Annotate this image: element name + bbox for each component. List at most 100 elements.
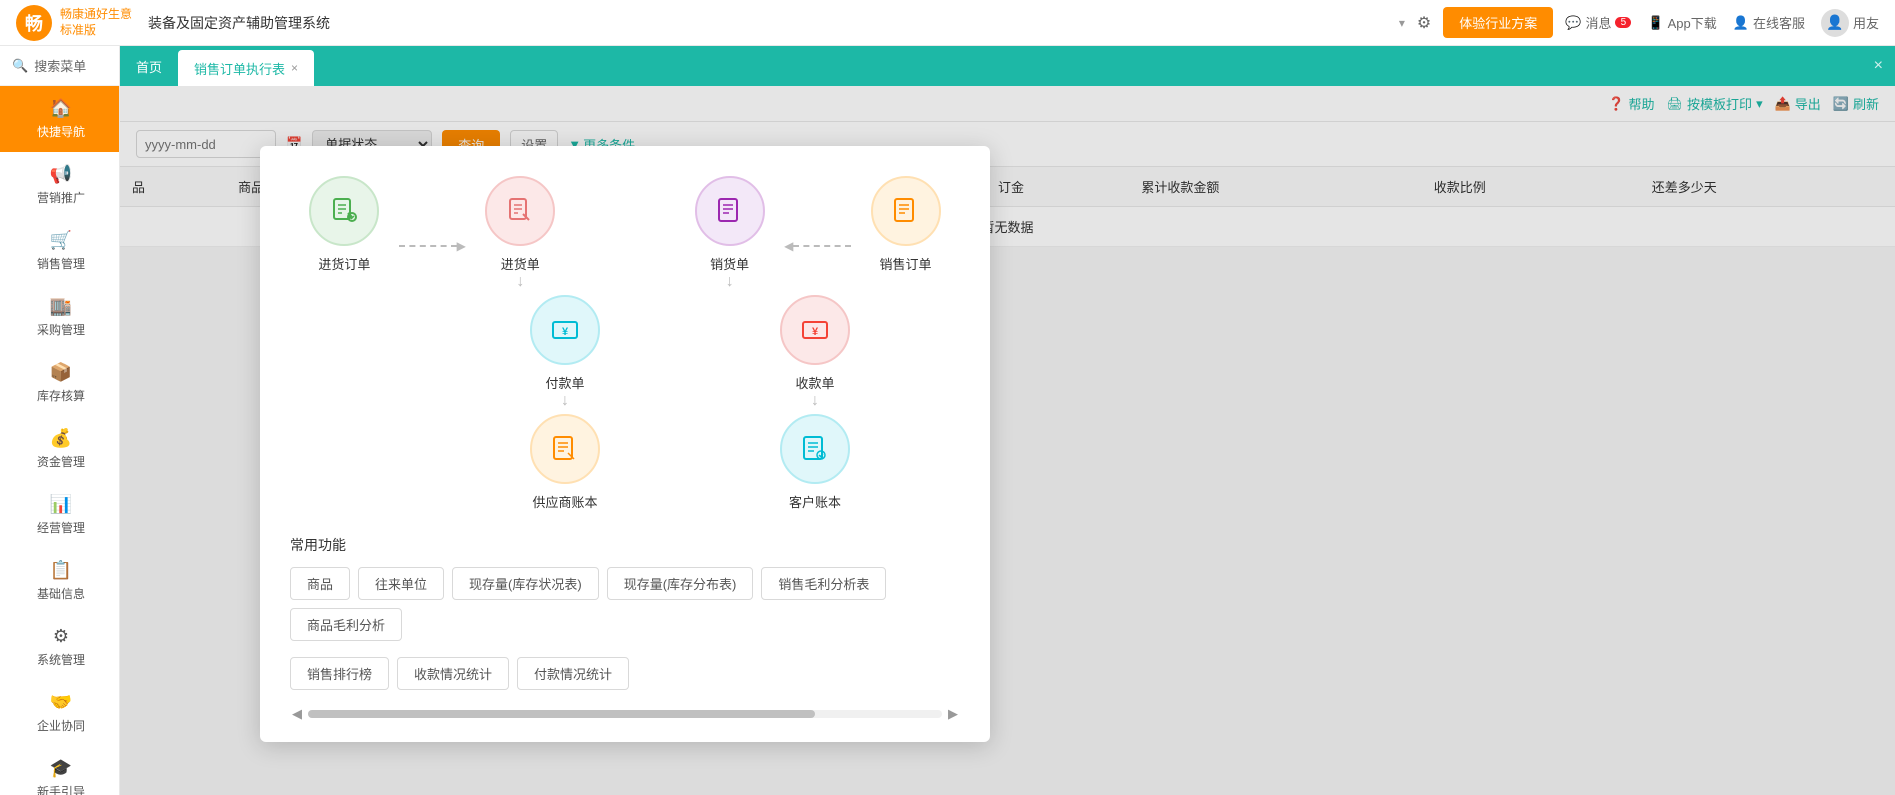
flow-row-3: 供应商账本	[290, 414, 960, 511]
flow-node-supplier-account[interactable]: 供应商账本	[500, 414, 630, 511]
sidebar-item-basic-info[interactable]: 📋 基础信息	[0, 548, 119, 614]
message-badge: 5	[1615, 17, 1631, 28]
flow-arrow-h-2: ◀	[784, 239, 851, 273]
func-btn-8[interactable]: 付款情况统计	[517, 657, 629, 690]
user-area[interactable]: 👤 用友	[1821, 9, 1879, 37]
receipt-bill-icon: ¥	[780, 295, 850, 365]
down-arrow-payment: ↓	[500, 392, 630, 410]
sidebar-item-system[interactable]: ⚙ 系统管理	[0, 614, 119, 680]
scroll-controls: ◀ ▶	[290, 706, 960, 722]
flow-spacer-1	[575, 253, 676, 273]
sidebar-item-enterprise[interactable]: 🤝 企业协同	[0, 680, 119, 746]
payment-bill-icon: ¥	[530, 295, 600, 365]
marketing-icon: 📢	[50, 164, 72, 185]
app-container: 畅 畅康通好生意 标准版 装备及固定资产辅助管理系统 ▾ ⚙ 体验行业方案 💬 …	[0, 0, 1895, 795]
enterprise-icon: 🤝	[50, 692, 72, 713]
flow-row-2: ¥ 付款单 ¥	[290, 295, 960, 392]
common-funcs-title: 常用功能	[290, 535, 960, 555]
flow-diagram: 进货订单 ▶	[290, 176, 960, 511]
flow-node-purchase-order[interactable]: 进货订单	[290, 176, 399, 273]
close-all-tabs-icon[interactable]: ×	[1874, 57, 1883, 75]
func-btn-6[interactable]: 销售排行榜	[290, 657, 389, 690]
message-btn[interactable]: 💬 消息 5	[1565, 13, 1631, 32]
sales-bill-icon	[695, 176, 765, 246]
func-btn-1[interactable]: 往来单位	[358, 567, 444, 600]
system-title: 装备及固定资产辅助管理系统	[148, 13, 1387, 33]
logo-icon: 畅	[16, 5, 52, 41]
func-btn-0[interactable]: 商品	[290, 567, 350, 600]
inventory-icon: 📦	[50, 362, 72, 383]
scroll-track[interactable]	[308, 710, 942, 718]
purchase-bill-icon	[485, 176, 555, 246]
settings-icon[interactable]: ⚙	[1417, 13, 1431, 33]
logo-area: 畅 畅康通好生意 标准版	[16, 5, 136, 41]
logo-text: 畅康通好生意 标准版	[60, 7, 132, 38]
scroll-left-arrow[interactable]: ◀	[290, 706, 304, 722]
purchase-icon: 🏬	[50, 296, 72, 317]
message-icon: 💬	[1565, 15, 1581, 31]
sidebar: 🔍 搜索菜单 🏠 快捷导航 📢 营销推广 🛒 销售管理 🏬 采购管理 📦	[0, 46, 120, 795]
customer-account-icon	[780, 414, 850, 484]
online-service-btn[interactable]: 👤 在线客服	[1733, 13, 1805, 32]
func-btn-4[interactable]: 销售毛利分析表	[761, 567, 886, 600]
sales-icon: 🛒	[50, 230, 72, 251]
flow-down-arrows-row2: ↓ ↓	[290, 392, 960, 410]
func-btn-5[interactable]: 商品毛利分析	[290, 608, 402, 641]
mobile-icon: 📱	[1647, 15, 1663, 31]
down-arrow-sales-bill: ↓	[675, 273, 784, 291]
sidebar-item-sales[interactable]: 🛒 销售管理	[0, 218, 119, 284]
scroll-right-arrow[interactable]: ▶	[946, 706, 960, 722]
operations-icon: 📊	[50, 494, 72, 515]
func-btn-3[interactable]: 现存量(库存分布表)	[607, 567, 754, 600]
func-btn-7[interactable]: 收款情况统计	[397, 657, 509, 690]
sales-order-icon	[871, 176, 941, 246]
common-funcs: 常用功能 商品往来单位现存量(库存状况表)现存量(库存分布表)销售毛利分析表商品…	[290, 535, 960, 690]
supplier-account-icon	[530, 414, 600, 484]
main-layout: 🔍 搜索菜单 🏠 快捷导航 📢 营销推广 🛒 销售管理 🏬 采购管理 📦	[0, 46, 1895, 795]
purchase-order-icon	[309, 176, 379, 246]
service-icon: 👤	[1733, 15, 1749, 31]
quick-nav-icon: 🏠	[50, 98, 72, 119]
func-btns-container: 商品往来单位现存量(库存状况表)现存量(库存分布表)销售毛利分析表商品毛利分析销…	[290, 567, 960, 690]
modal-scrollbar-area: ◀ ▶	[290, 706, 960, 722]
flow-row-1: 进货订单 ▶	[290, 176, 960, 273]
scroll-thumb[interactable]	[308, 710, 815, 718]
system-icon: ⚙	[53, 626, 69, 647]
flow-node-sales-bill[interactable]: 销货单	[675, 176, 784, 273]
top-right-actions: 💬 消息 5 📱 App下载 👤 在线客服 👤 用友	[1565, 9, 1879, 37]
flow-node-receipt-bill[interactable]: ¥ 收款单	[750, 295, 880, 392]
basic-info-icon: 📋	[50, 560, 72, 581]
avatar: 👤	[1821, 9, 1849, 37]
content-area: 首页 销售订单执行表 × × ❓ 帮助 🖨 按	[120, 46, 1895, 795]
down-arrow-receipt: ↓	[750, 392, 880, 410]
search-menu[interactable]: 🔍 搜索菜单	[0, 46, 119, 86]
down-arrow-purchase-bill: ↓	[466, 273, 575, 291]
sidebar-item-inventory[interactable]: 📦 库存核算	[0, 350, 119, 416]
svg-text:¥: ¥	[562, 326, 569, 338]
flow-node-sales-order[interactable]: 销售订单	[851, 176, 960, 273]
sidebar-item-operations[interactable]: 📊 经营管理	[0, 482, 119, 548]
tab-close-icon[interactable]: ×	[291, 61, 298, 75]
sidebar-item-purchase[interactable]: 🏬 采购管理	[0, 284, 119, 350]
tab-home[interactable]: 首页	[120, 46, 178, 86]
finance-icon: 💰	[50, 428, 72, 449]
guide-icon: 🎓	[50, 758, 72, 779]
sidebar-item-quick-nav[interactable]: 🏠 快捷导航	[0, 86, 119, 152]
search-icon: 🔍	[12, 58, 28, 74]
page-content: ❓ 帮助 🖨 按模板打印 ▾ 📤 导出 🔄 刷新	[120, 86, 1895, 795]
sidebar-item-marketing[interactable]: 📢 营销推广	[0, 152, 119, 218]
sidebar-item-finance[interactable]: 💰 资金管理	[0, 416, 119, 482]
tab-bar: 首页 销售订单执行表 × ×	[120, 46, 1895, 86]
app-download-btn[interactable]: 📱 App下载	[1647, 13, 1716, 32]
flow-node-purchase-bill[interactable]: 进货单	[466, 176, 575, 273]
sidebar-item-guide[interactable]: 🎓 新手引导	[0, 746, 119, 795]
func-btn-2[interactable]: 现存量(库存状况表)	[452, 567, 599, 600]
chevron-down-icon[interactable]: ▾	[1399, 16, 1405, 30]
top-bar: 畅 畅康通好生意 标准版 装备及固定资产辅助管理系统 ▾ ⚙ 体验行业方案 💬 …	[0, 0, 1895, 46]
tab-sales-order-execution[interactable]: 销售订单执行表 ×	[178, 50, 314, 86]
flow-node-customer-account[interactable]: 客户账本	[750, 414, 880, 511]
experience-btn[interactable]: 体验行业方案	[1443, 7, 1553, 38]
flow-node-payment-bill[interactable]: ¥ 付款单	[500, 295, 630, 392]
svg-text:¥: ¥	[812, 326, 819, 338]
flow-arrow-h-1: ▶	[399, 239, 466, 273]
